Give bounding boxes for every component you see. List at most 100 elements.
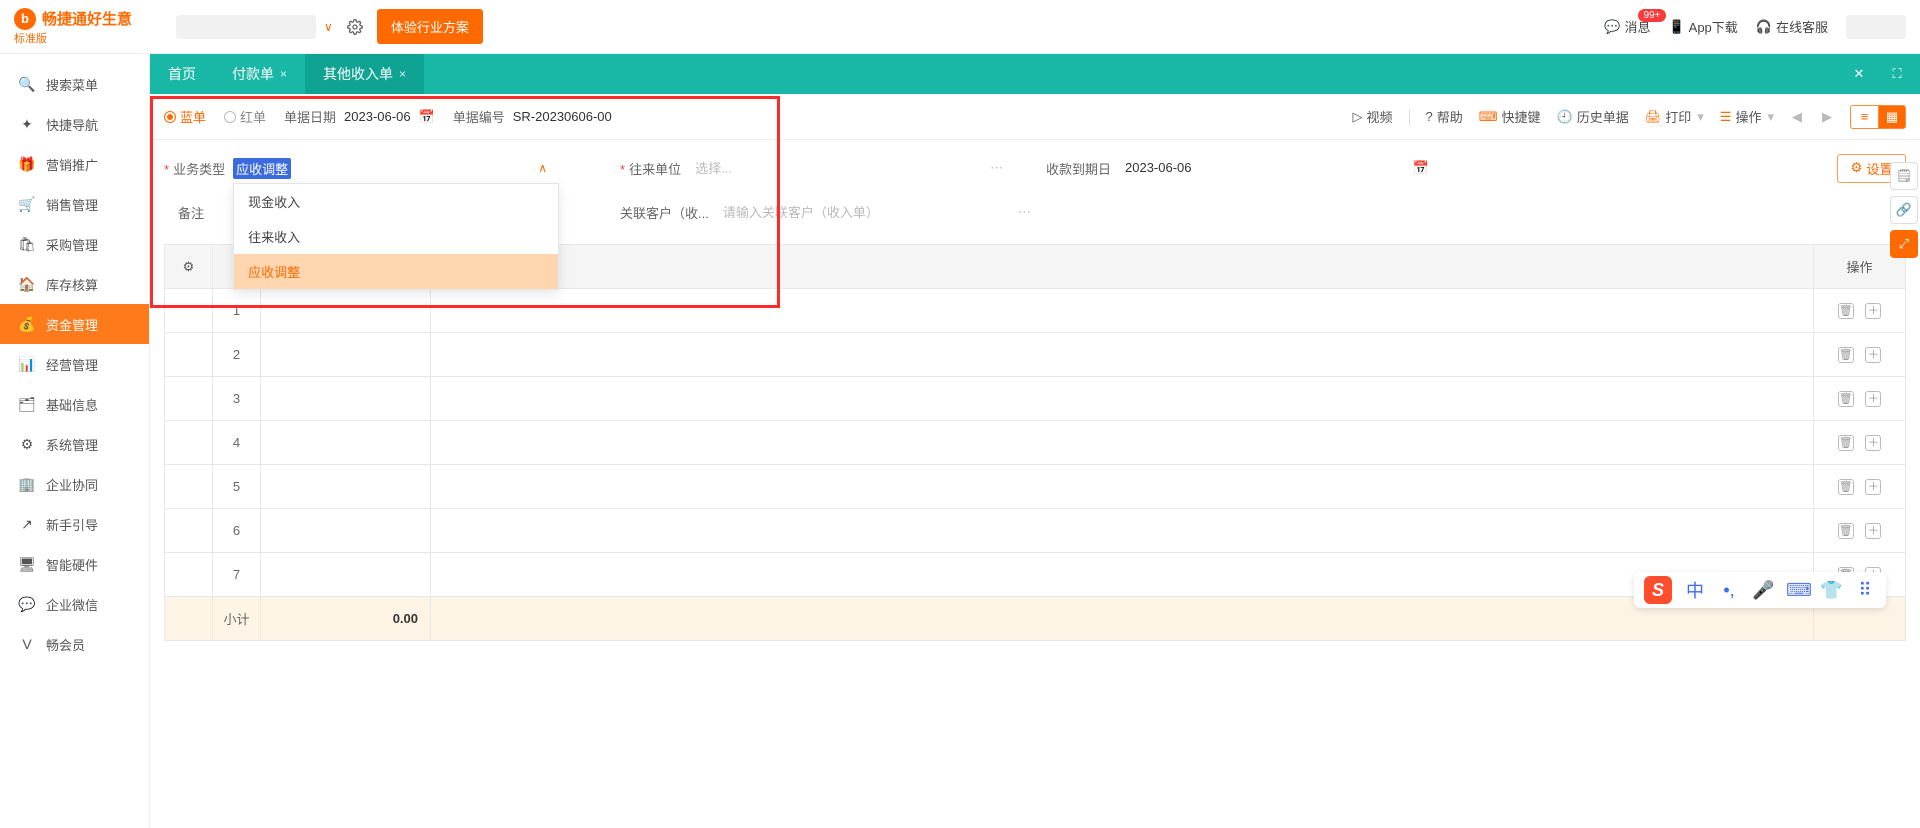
row-gear-cell — [165, 289, 213, 333]
ime-punct-icon[interactable]: •, — [1718, 580, 1740, 601]
sidebar-item-8[interactable]: 🗂基础信息 — [0, 384, 149, 424]
counterparty-input[interactable]: 选择... ⋯ — [689, 153, 1009, 183]
sidebar-item-6[interactable]: 💰资金管理 — [0, 304, 149, 344]
row-index-cell: 5 — [213, 465, 261, 509]
row-amount-cell[interactable] — [261, 377, 431, 421]
sidebar-item-7[interactable]: 📊经营管理 — [0, 344, 149, 384]
rail-attach-icon[interactable]: 🔗 — [1890, 196, 1918, 224]
assoc-customer-input[interactable]: 请输入关联客户（收入单） ⋯ — [717, 197, 1037, 227]
tab-label: 其他收入单 — [323, 64, 393, 84]
tab-close-icon[interactable]: ✕ — [1846, 61, 1872, 87]
table-row[interactable]: 6 🗑 ＋ — [165, 509, 1906, 553]
history-link[interactable]: 🕘历史单据 — [1557, 107, 1629, 126]
row-amount-cell[interactable] — [261, 465, 431, 509]
sidebar-item-4[interactable]: 🛍采购管理 — [0, 224, 149, 264]
row-amount-cell[interactable] — [261, 509, 431, 553]
close-icon[interactable]: × — [280, 67, 287, 81]
gear-icon[interactable] — [347, 19, 363, 35]
sidebar-item-14[interactable]: V畅会员 — [0, 624, 149, 664]
delete-row-icon[interactable]: 🗑 — [1838, 347, 1854, 363]
org-name-placeholder — [176, 15, 316, 39]
sidebar-item-11[interactable]: ↗新手引导 — [0, 504, 149, 544]
sidebar-item-5[interactable]: 🏠库存核算 — [0, 264, 149, 304]
due-date-input[interactable]: 2023-06-06 📅 — [1119, 153, 1439, 183]
sidebar-item-2[interactable]: 🎁营销推广 — [0, 144, 149, 184]
view-form-button[interactable]: ▦ — [1878, 105, 1906, 129]
add-row-icon[interactable]: ＋ — [1865, 347, 1881, 363]
table-row[interactable]: 1 🗑 ＋ — [165, 289, 1906, 333]
home-icon: 🏠 — [18, 275, 36, 293]
more-icon[interactable]: ⋯ — [1018, 204, 1037, 220]
row-ops-cell: 🗑 ＋ — [1814, 333, 1906, 377]
more-icon[interactable]: ⋯ — [990, 160, 1009, 176]
add-row-icon[interactable]: ＋ — [1865, 523, 1881, 539]
add-row-icon[interactable]: ＋ — [1865, 391, 1881, 407]
doc-date-value[interactable]: 2023-06-06 — [344, 109, 411, 124]
table-row[interactable]: 5 🗑 ＋ — [165, 465, 1906, 509]
delete-row-icon[interactable]: 🗑 — [1838, 391, 1854, 407]
row-amount-cell[interactable] — [261, 333, 431, 377]
row-index-cell: 3 — [213, 377, 261, 421]
org-selector[interactable]: ∨ — [176, 15, 333, 39]
ime-menu-icon[interactable]: ⠿ — [1854, 580, 1876, 601]
online-service-link[interactable]: 🎧 在线客服 — [1756, 17, 1828, 36]
delete-row-icon[interactable]: 🗑 — [1838, 523, 1854, 539]
tab-0[interactable]: 首页 — [150, 54, 214, 94]
biz-type-option-0[interactable]: 现金收入 — [234, 184, 558, 219]
next-doc-button[interactable]: ▶ — [1820, 109, 1834, 125]
delete-row-icon[interactable]: 🗑 — [1838, 303, 1854, 319]
calendar-icon[interactable]: 📅 — [419, 109, 435, 125]
sidebar-item-9[interactable]: ⚙系统管理 — [0, 424, 149, 464]
ime-toolbar[interactable]: S 中 •, 🎤 ⌨ 👕 ⠿ — [1634, 572, 1886, 608]
trial-industry-button[interactable]: 体验行业方案 — [377, 9, 483, 44]
operate-link[interactable]: ☰操作▾ — [1720, 107, 1774, 126]
ime-keyboard-icon[interactable]: ⌨ — [1786, 580, 1808, 601]
radio-red-doc[interactable]: 红单 — [224, 107, 266, 126]
table-config-header[interactable]: ⚙ — [165, 245, 213, 289]
row-amount-cell[interactable] — [261, 289, 431, 333]
tab-2[interactable]: 其他收入单 × — [305, 54, 424, 94]
messages-link[interactable]: 💬 消息 99+ — [1604, 17, 1650, 36]
biz-type-option-1[interactable]: 往来收入 — [234, 219, 558, 254]
ime-skin-icon[interactable]: 👕 — [1820, 580, 1842, 601]
app-download-link[interactable]: 📱 App下载 — [1668, 17, 1737, 36]
add-row-icon[interactable]: ＋ — [1865, 435, 1881, 451]
view-list-button[interactable]: ≡ — [1850, 105, 1878, 129]
add-row-icon[interactable]: ＋ — [1865, 303, 1881, 319]
print-link[interactable]: 🖨打印▾ — [1645, 107, 1704, 126]
sidebar-item-13[interactable]: 💬企业微信 — [0, 584, 149, 624]
prev-doc-button[interactable]: ◀ — [1790, 109, 1804, 125]
sidebar-item-0[interactable]: 🔍搜索菜单 — [0, 64, 149, 104]
add-row-icon[interactable]: ＋ — [1865, 479, 1881, 495]
ime-mode-label[interactable]: 中 — [1684, 577, 1706, 603]
star-icon: ✦ — [18, 115, 36, 133]
history-label: 历史单据 — [1577, 107, 1629, 126]
tab-expand-icon[interactable]: ⛶ — [1884, 61, 1910, 87]
rail-expand-icon[interactable]: ⤢ — [1890, 230, 1918, 258]
sidebar-item-label: 系统管理 — [46, 435, 98, 454]
calendar-icon[interactable]: 📅 — [1413, 160, 1429, 176]
delete-row-icon[interactable]: 🗑 — [1838, 435, 1854, 451]
row-amount-cell[interactable] — [261, 553, 431, 597]
row-amount-cell[interactable] — [261, 421, 431, 465]
radio-blue-doc[interactable]: 蓝单 — [164, 107, 206, 126]
radio-dot-icon — [224, 111, 236, 123]
biz-type-option-2[interactable]: 应收调整 — [234, 254, 558, 289]
table-row[interactable]: 3 🗑 ＋ — [165, 377, 1906, 421]
help-link[interactable]: ?帮助 — [1426, 107, 1463, 126]
sidebar-item-12[interactable]: 🖥智能硬件 — [0, 544, 149, 584]
biz-type-select[interactable]: 应收调整 ∧ 现金收入往来收入应收调整 — [233, 153, 553, 183]
close-icon[interactable]: × — [399, 67, 406, 81]
tab-1[interactable]: 付款单× — [214, 54, 305, 94]
table-row[interactable]: 2 🗑 ＋ — [165, 333, 1906, 377]
ime-mic-icon[interactable]: 🎤 — [1752, 580, 1774, 601]
rail-note-icon[interactable]: 🗒 — [1890, 162, 1918, 190]
delete-row-icon[interactable]: 🗑 — [1838, 479, 1854, 495]
sidebar-item-3[interactable]: 🛒销售管理 — [0, 184, 149, 224]
shortcut-link[interactable]: ⌨快捷键 — [1479, 107, 1541, 126]
sidebar-item-10[interactable]: 🏢企业协同 — [0, 464, 149, 504]
user-avatar[interactable] — [1846, 15, 1906, 39]
video-link[interactable]: ▷视频 — [1352, 107, 1392, 126]
sidebar-item-1[interactable]: ✦快捷导航 — [0, 104, 149, 144]
table-row[interactable]: 4 🗑 ＋ — [165, 421, 1906, 465]
